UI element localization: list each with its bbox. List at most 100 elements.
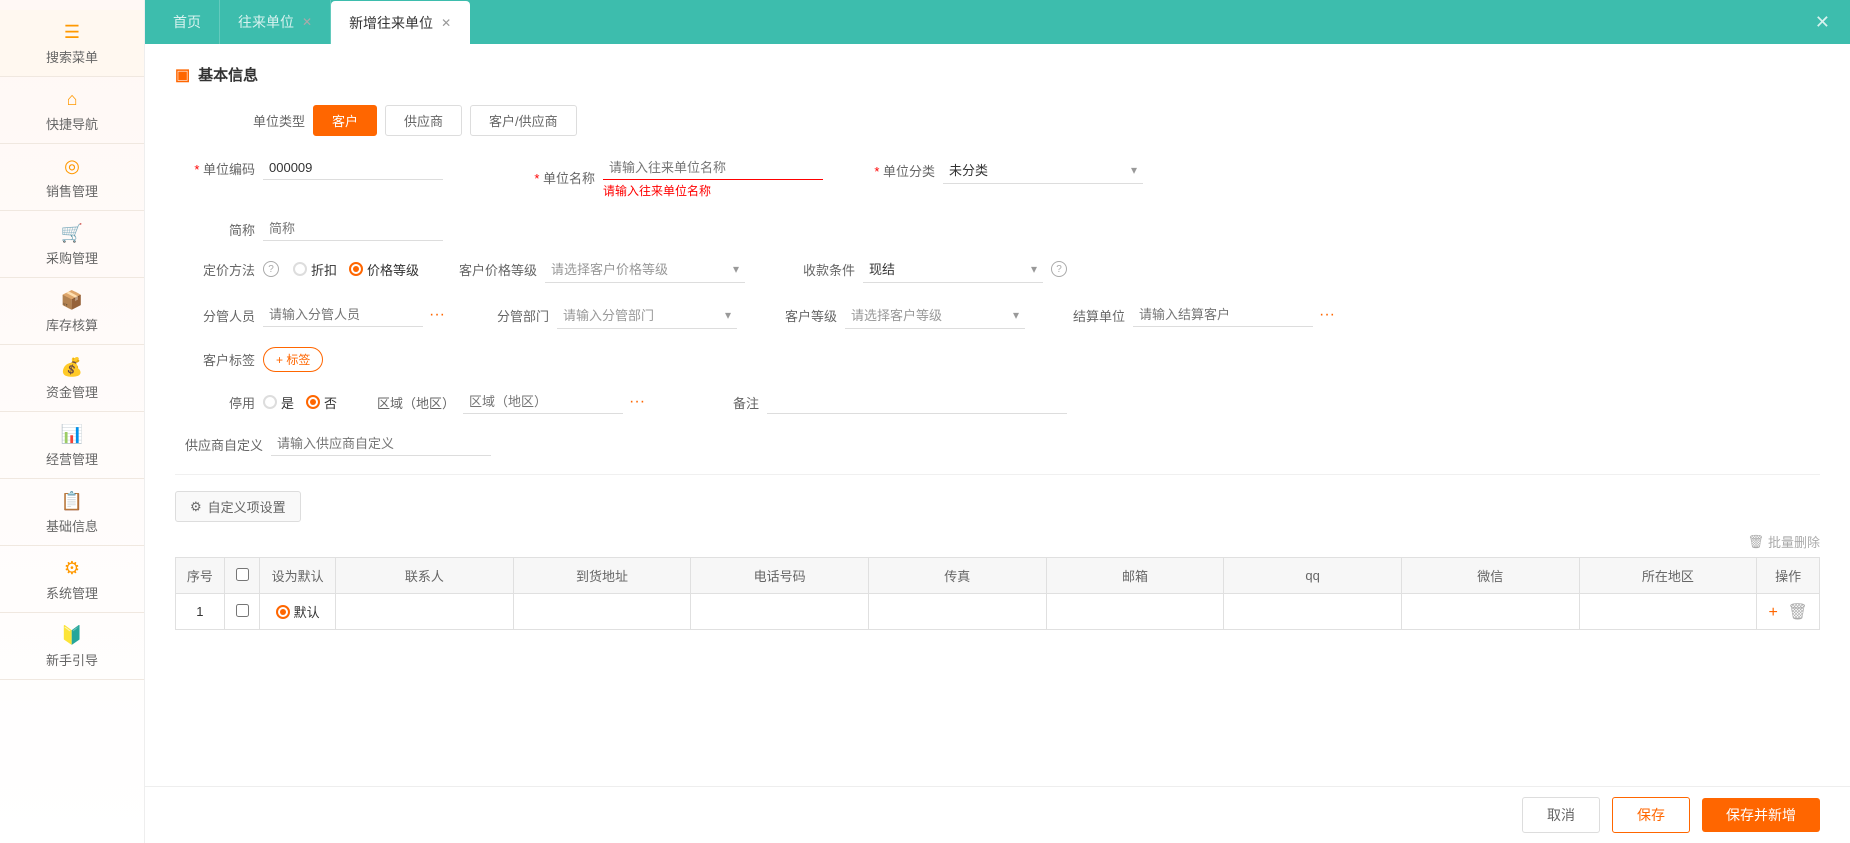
pricing-method-label: 定价方法 [185, 260, 255, 279]
tab-new-contact[interactable]: 新增往来单位 ✕ [331, 1, 470, 45]
col-default: 设为默认 [260, 558, 336, 594]
cell-wechat [1401, 594, 1579, 630]
radio-discount-label: 折扣 [311, 260, 337, 279]
unit-code-input[interactable] [263, 156, 443, 180]
cell-action: + 🗑 [1757, 594, 1820, 630]
unit-btn-both[interactable]: 客户/供应商 [470, 105, 577, 136]
unit-name-group: 单位名称 请输入往来单位名称 [525, 156, 825, 199]
short-name-label: 简称 [185, 220, 255, 239]
gear-icon: ⚙ [190, 499, 202, 515]
tab-contacts-close[interactable]: ✕ [302, 15, 312, 29]
tab-home[interactable]: 首页 [155, 0, 220, 44]
remark-group: 备注 [689, 390, 1067, 414]
department-select[interactable]: 请输入分管部门 ▾ [557, 301, 737, 329]
settlement-unit-input[interactable] [1133, 303, 1313, 327]
save-button[interactable]: 保存 [1612, 797, 1690, 833]
sidebar-item-inventory[interactable]: 📦 库存核算 [0, 278, 144, 345]
payment-terms-select[interactable]: 现结 ▾ [863, 255, 1043, 283]
unit-code-label: 单位编码 [185, 159, 255, 178]
add-row-btn[interactable]: + [1768, 604, 1777, 621]
cell-email [1046, 594, 1224, 630]
search-menu-icon: ☰ [64, 22, 80, 43]
unit-name-input[interactable] [603, 156, 823, 180]
tab-new-contact-close[interactable]: ✕ [441, 16, 451, 30]
qq-input[interactable] [1238, 600, 1388, 623]
sidebar-item-finance[interactable]: 💰 资金管理 [0, 345, 144, 412]
sidebar-item-search[interactable]: ☰ 搜索菜单 [0, 10, 144, 77]
payment-terms-arrow: ▾ [1031, 262, 1037, 276]
close-all-tabs[interactable]: ✕ [1805, 12, 1840, 33]
sidebar-item-label: 经营管理 [46, 449, 98, 468]
batch-delete-label: 批量删除 [1768, 532, 1820, 551]
unit-type-row: 单位类型 客户 供应商 客户/供应商 [235, 105, 1820, 136]
tab-new-contact-label: 新增往来单位 [349, 13, 433, 33]
section-header: ▣ 基本信息 [175, 64, 1820, 85]
radio-disabled-no[interactable]: 否 [306, 393, 337, 412]
sidebar-item-quick-nav[interactable]: ⌂ 快捷导航 [0, 77, 144, 144]
settlement-unit-wrap: ··· [1133, 303, 1339, 327]
phone-input[interactable] [705, 600, 855, 623]
select-all-checkbox[interactable] [236, 568, 249, 581]
cancel-button[interactable]: 取消 [1522, 797, 1600, 833]
contact-input[interactable] [349, 600, 499, 623]
radio-disabled-no-label: 否 [324, 393, 337, 412]
region-input[interactable] [463, 390, 623, 414]
radio-discount-circle [293, 262, 307, 276]
default-radio[interactable]: 默认 [270, 602, 325, 621]
radio-disabled-yes[interactable]: 是 [263, 393, 294, 412]
delete-row-btn[interactable]: 🗑 [1787, 604, 1807, 621]
fax-input[interactable] [882, 600, 1032, 623]
address-input[interactable] [527, 600, 677, 623]
radio-price-level-label: 价格等级 [367, 260, 419, 279]
customer-level-placeholder: 请选择客户等级 [851, 305, 942, 324]
row-checkbox[interactable] [236, 604, 249, 617]
bottom-bar: 取消 保存 保存并新增 [145, 786, 1850, 843]
custom-settings-label: 自定义项设置 [208, 497, 286, 516]
email-input[interactable] [1060, 600, 1210, 623]
sidebar-item-purchase[interactable]: 🛒 采购管理 [0, 211, 144, 278]
unit-name-wrapper: 请输入往来单位名称 [603, 156, 823, 199]
region-more-btn[interactable]: ··· [625, 393, 649, 411]
contacts-table: 序号 设为默认 联系人 到货地址 电话号码 传真 邮箱 qq 微信 所在地区 操… [175, 557, 1820, 630]
area-input[interactable] [1593, 600, 1743, 623]
default-radio-label: 默认 [294, 602, 320, 621]
customer-price-level-select[interactable]: 请选择客户价格等级 ▾ [545, 255, 745, 283]
pricing-help-icon[interactable]: ? [263, 261, 279, 277]
radio-discount[interactable]: 折扣 [293, 260, 337, 279]
save-and-new-button[interactable]: 保存并新增 [1702, 798, 1820, 832]
cell-phone [691, 594, 869, 630]
sidebar-item-label: 采购管理 [46, 248, 98, 267]
radio-price-level[interactable]: 价格等级 [349, 260, 419, 279]
custom-settings-button[interactable]: ⚙ 自定义项设置 [175, 491, 301, 522]
short-name-input[interactable] [263, 217, 443, 241]
unit-category-select[interactable]: 未分类 ▾ [943, 156, 1143, 184]
sidebar-item-basic-info[interactable]: 📋 基础信息 [0, 479, 144, 546]
payment-terms-help-icon[interactable]: ? [1051, 261, 1067, 277]
radio-disabled-no-circle [306, 395, 320, 409]
tab-contacts[interactable]: 往来单位 ✕ [220, 0, 331, 44]
supervisor-group: 分管人员 ··· [185, 303, 449, 327]
unit-category-label: 单位分类 [865, 161, 935, 180]
supplier-custom-input[interactable] [271, 432, 491, 456]
supervisor-input[interactable] [263, 303, 423, 327]
department-group: 分管部门 请输入分管部门 ▾ [479, 301, 737, 329]
sidebar-item-system[interactable]: ⚙ 系统管理 [0, 546, 144, 613]
system-icon: ⚙ [64, 558, 80, 579]
wechat-input[interactable] [1415, 600, 1565, 623]
default-radio-circle [276, 605, 290, 619]
unit-name-error: 请输入往来单位名称 [603, 182, 823, 199]
remark-input[interactable] [767, 390, 1067, 414]
supervisor-more-btn[interactable]: ··· [425, 306, 449, 324]
sidebar-item-sales[interactable]: ◎ 销售管理 [0, 144, 144, 211]
settlement-unit-more-btn[interactable]: ··· [1315, 306, 1339, 324]
quick-nav-icon: ⌂ [67, 89, 78, 110]
sidebar-item-operations[interactable]: 📊 经营管理 [0, 412, 144, 479]
customer-level-select[interactable]: 请选择客户等级 ▾ [845, 301, 1025, 329]
unit-btn-supplier[interactable]: 供应商 [385, 105, 462, 136]
unit-btn-customer[interactable]: 客户 [313, 105, 377, 136]
sidebar-item-label: 快捷导航 [46, 114, 98, 133]
batch-delete-area[interactable]: 🗑 批量删除 [175, 532, 1820, 551]
row-pricing: 定价方法 ? 折扣 价格等级 客户价格等级 请选择客户价格等级 [185, 255, 1820, 283]
sidebar-item-guide[interactable]: 🔰 新手引导 [0, 613, 144, 680]
add-tag-button[interactable]: + 标签 [263, 347, 323, 372]
